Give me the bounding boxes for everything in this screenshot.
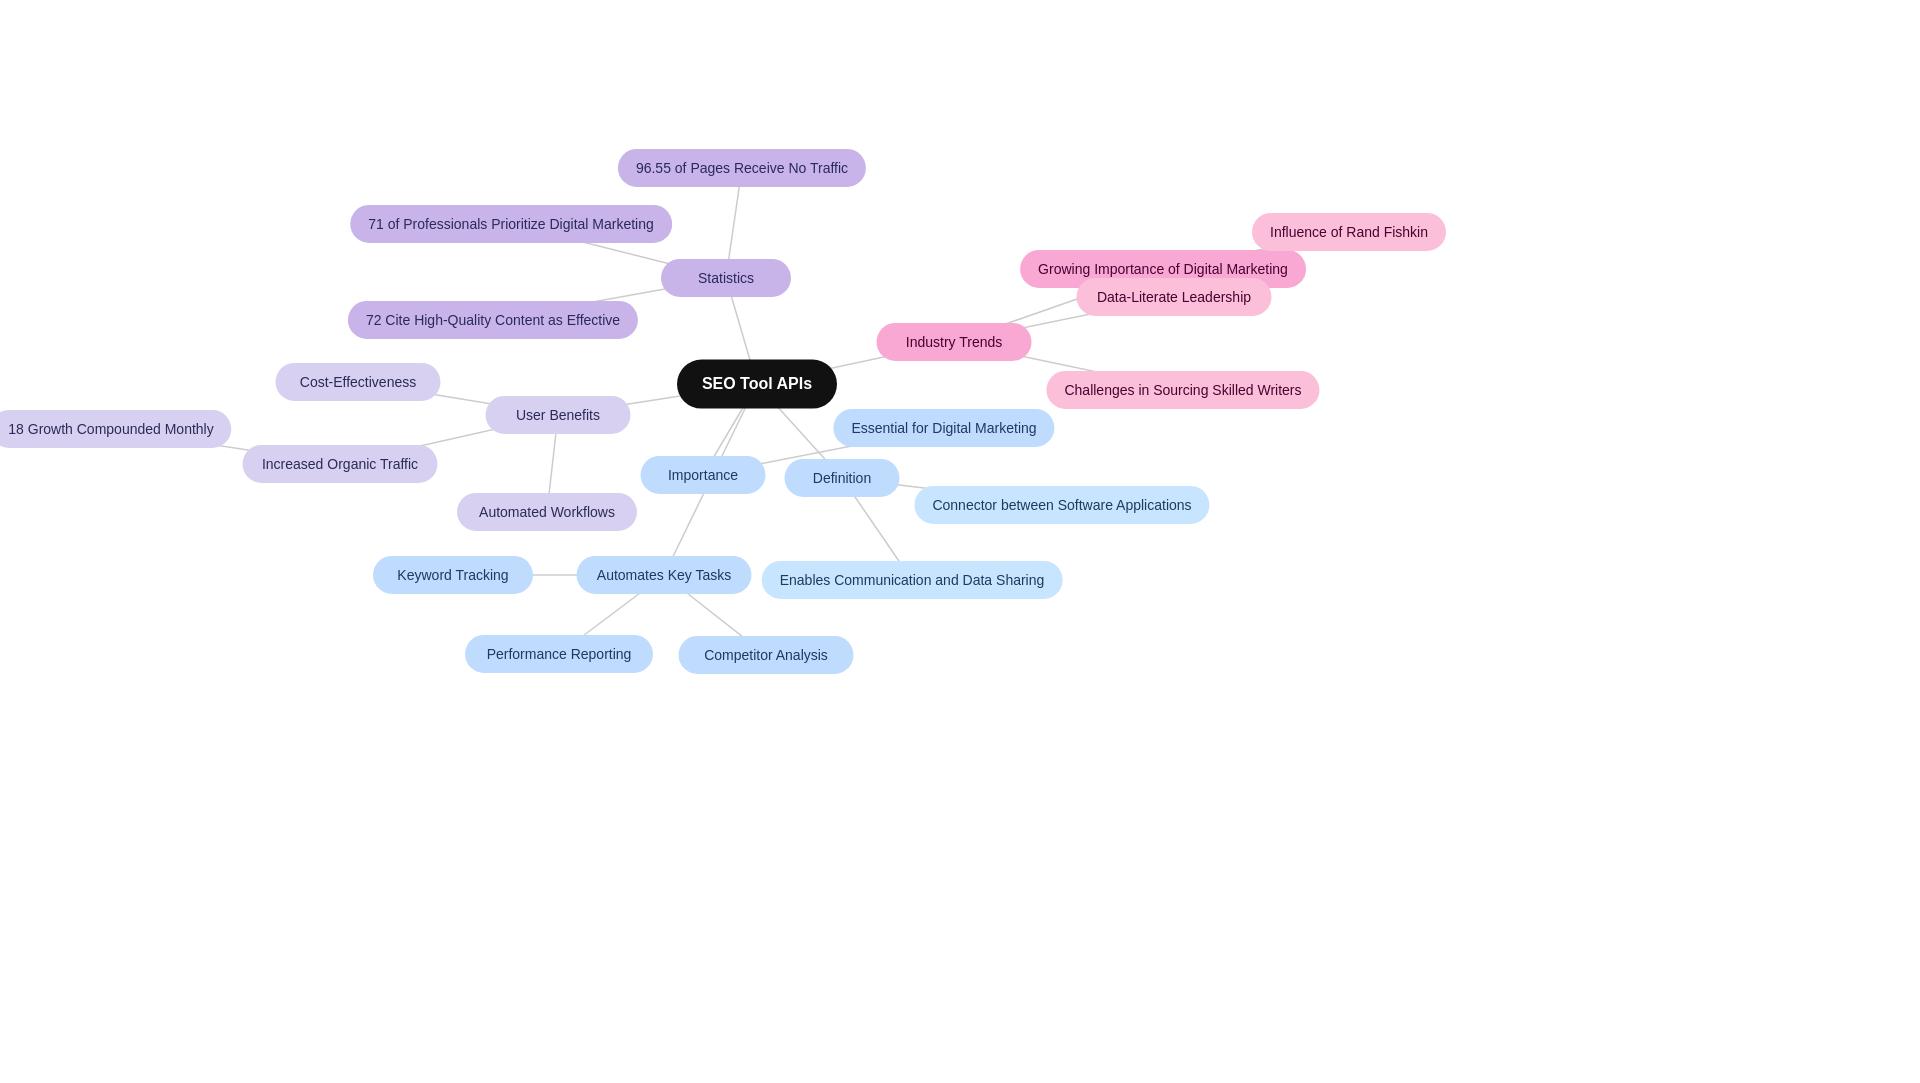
node-71professionals[interactable]: 71 of Professionals Prioritize Digital M…	[350, 205, 672, 243]
node-competitor-analysis[interactable]: Competitor Analysis	[679, 636, 854, 674]
node-user-benefits[interactable]: User Benefits	[486, 396, 631, 434]
node-connector[interactable]: Connector between Software Applications	[914, 486, 1209, 524]
node-importance[interactable]: Importance	[641, 456, 766, 494]
node-industry-trends[interactable]: Industry Trends	[877, 323, 1032, 361]
node-automates-key[interactable]: Automates Key Tasks	[577, 556, 752, 594]
node-influence-rand[interactable]: Influence of Rand Fishkin	[1252, 213, 1446, 251]
node-96pages[interactable]: 96.55 of Pages Receive No Traffic	[618, 149, 866, 187]
node-essential[interactable]: Essential for Digital Marketing	[833, 409, 1054, 447]
node-data-literate[interactable]: Data-Literate Leadership	[1077, 278, 1272, 316]
node-automated-workflows[interactable]: Automated Workflows	[457, 493, 637, 531]
node-cost-effectiveness[interactable]: Cost-Effectiveness	[276, 363, 441, 401]
node-challenges-sourcing[interactable]: Challenges in Sourcing Skilled Writers	[1046, 371, 1319, 409]
node-performance-reporting[interactable]: Performance Reporting	[465, 635, 653, 673]
center-node[interactable]: SEO Tool APIs	[677, 360, 837, 409]
node-definition[interactable]: Definition	[785, 459, 900, 497]
node-increased-organic[interactable]: Increased Organic Traffic	[243, 445, 438, 483]
mind-map: SEO Tool APIs Statistics 96.55 of Pages Re…	[0, 0, 1920, 1083]
connections-svg	[0, 0, 1920, 1083]
node-statistics[interactable]: Statistics	[661, 259, 791, 297]
node-enables-communication[interactable]: Enables Communication and Data Sharing	[762, 561, 1063, 599]
node-72cite[interactable]: 72 Cite High-Quality Content as Effectiv…	[348, 301, 638, 339]
node-keyword-tracking[interactable]: Keyword Tracking	[373, 556, 533, 594]
node-18growth[interactable]: 18 Growth Compounded Monthly	[0, 410, 232, 448]
